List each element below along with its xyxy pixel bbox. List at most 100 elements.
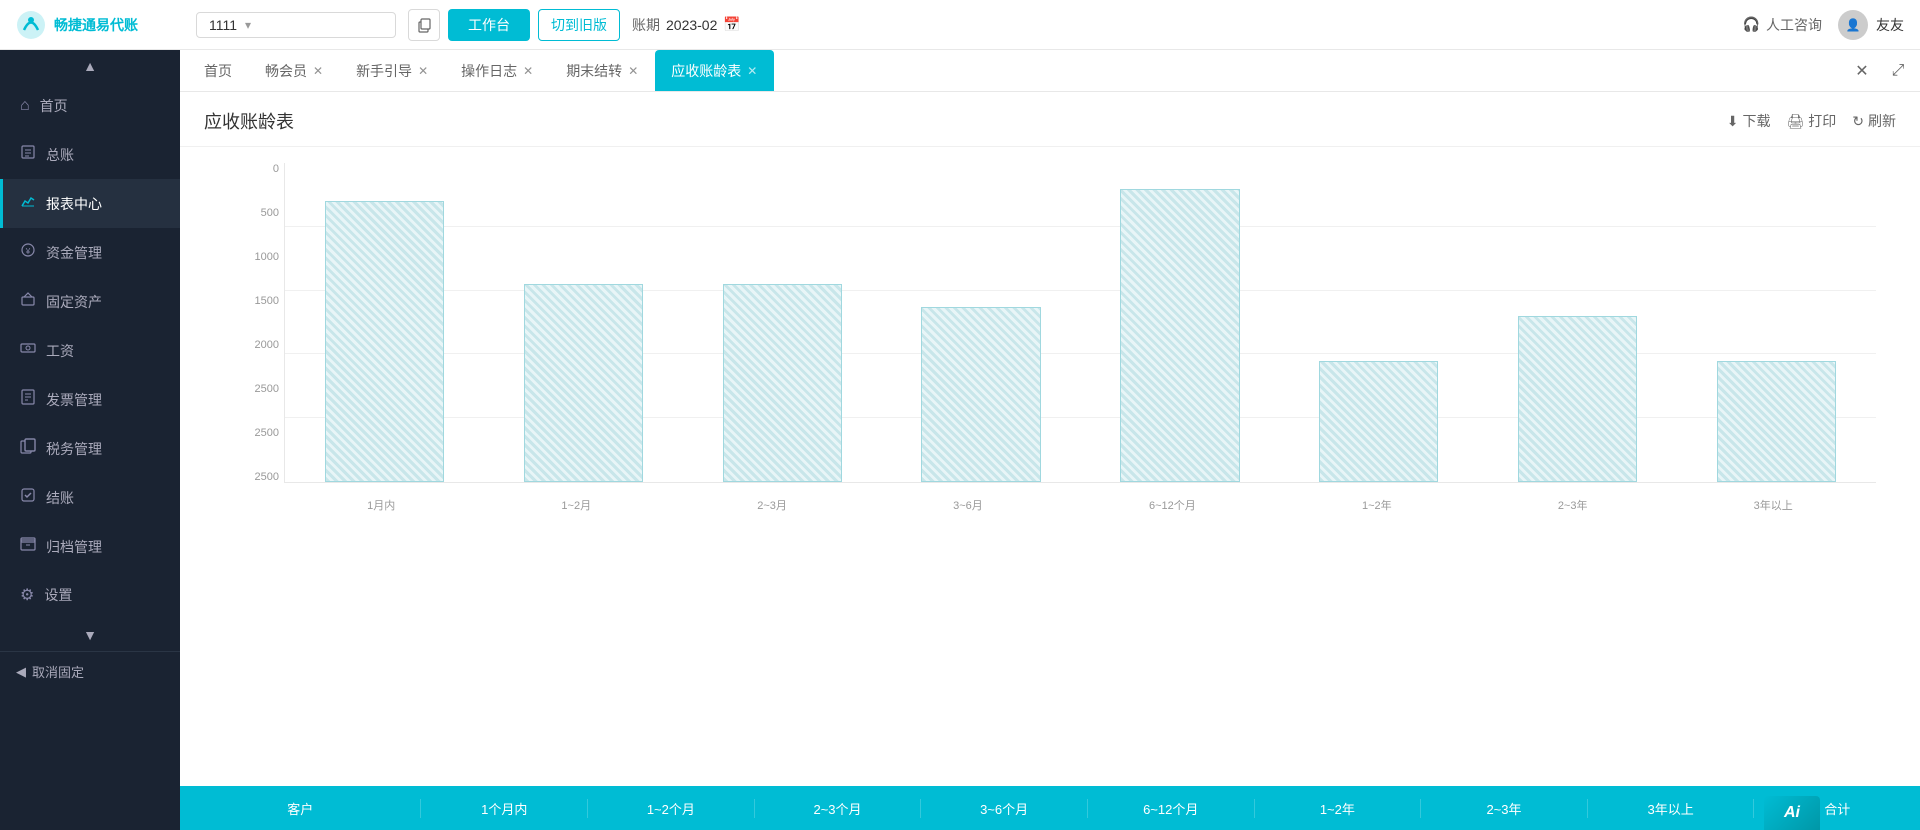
sidebar-item-label: 报表中心	[46, 194, 102, 214]
archive-icon	[20, 536, 36, 557]
tab-label: 新手引导	[356, 61, 412, 81]
assets-icon	[20, 291, 36, 312]
download-button[interactable]: ⬇ 下载	[1727, 111, 1771, 131]
home-icon: ⌂	[20, 97, 30, 115]
x-label: 1~2月	[561, 497, 591, 513]
sidebar-item-assets[interactable]: 固定资产	[0, 277, 180, 326]
workbench-button[interactable]: 工作台	[448, 9, 530, 41]
tab-label: 期末结转	[566, 61, 622, 81]
sidebar-item-label: 税务管理	[46, 439, 102, 459]
headset-icon: 🎧	[1743, 16, 1760, 33]
bar-2~3年	[1518, 316, 1637, 482]
header-icons	[408, 9, 440, 41]
sidebar-item-reports[interactable]: 报表中心	[0, 179, 180, 228]
expand-tabs-button[interactable]: ⤢	[1884, 57, 1912, 85]
sidebar-item-label: 工资	[46, 341, 74, 361]
sidebar-scroll-down[interactable]: ▼	[0, 619, 180, 651]
bar-3年以上	[1717, 361, 1836, 482]
sidebar-item-label: 归档管理	[46, 537, 102, 557]
copy-icon-btn[interactable]	[408, 9, 440, 41]
x-label: 1~2年	[1362, 497, 1392, 513]
chart-y-axis: 2500250025002000150010005000	[244, 163, 279, 483]
table-header-cell: 2~3个月	[755, 799, 922, 818]
sidebar-item-invoice[interactable]: 发票管理	[0, 375, 180, 424]
x-label: 3~6月	[953, 497, 983, 513]
app-header: 畅捷通易代账 1111 ▾ 工作台 切到旧版 账期 2023-02 📅 🎧 人工…	[0, 0, 1920, 50]
tab-period-close[interactable]: 期末结转 ✕	[550, 50, 655, 91]
sidebar-item-settle[interactable]: 结账	[0, 473, 180, 522]
cancel-fixed-button[interactable]: ◀ 取消固定	[0, 651, 180, 691]
switch-version-button[interactable]: 切到旧版	[538, 9, 620, 41]
calendar-icon[interactable]: 📅	[723, 16, 740, 33]
tab-home[interactable]: 首页	[188, 50, 249, 91]
table-header-cell: 客户	[180, 799, 421, 818]
x-label: 3年以上	[1754, 497, 1793, 513]
sidebar-item-label: 总账	[46, 145, 74, 165]
tab-label: 操作日志	[461, 61, 517, 81]
x-labels: 1月内1~2月2~3月3~6月6~12个月1~2年2~3年3年以上	[284, 497, 1876, 513]
sidebar-item-salary[interactable]: 工资	[0, 326, 180, 375]
tabs-actions: ✕ ⤢	[1848, 57, 1912, 85]
tab-close-icon[interactable]: ✕	[628, 64, 638, 78]
sidebar-scroll-up[interactable]: ▲	[0, 50, 180, 82]
x-label: 1月内	[367, 497, 395, 513]
svg-text:¥: ¥	[25, 247, 31, 256]
sidebar-item-settings[interactable]: ⚙ 设置	[0, 571, 180, 619]
tabs-bar: 首页 畅会员 ✕ 新手引导 ✕ 操作日志 ✕ 期末结转 ✕ 应收账龄表 ✕	[180, 50, 1920, 92]
sidebar-item-archive[interactable]: 归档管理	[0, 522, 180, 571]
tab-label: 应收账龄表	[671, 61, 741, 81]
sidebar-item-ledger[interactable]: 总账	[0, 130, 180, 179]
bar-1月内	[325, 201, 444, 482]
logo-icon	[16, 10, 46, 40]
table-header-cell: 1个月内	[421, 799, 588, 818]
period-value: 2023-02	[666, 17, 717, 33]
table-header-cell: 1~2个月	[588, 799, 755, 818]
tab-guide[interactable]: 新手引导 ✕	[340, 50, 445, 91]
sidebar-item-home[interactable]: ⌂ 首页	[0, 82, 180, 130]
tab-oplog[interactable]: 操作日志 ✕	[445, 50, 550, 91]
x-label: 6~12个月	[1149, 497, 1196, 513]
refresh-button[interactable]: ↻ 刷新	[1852, 111, 1896, 131]
chevron-down-icon: ▾	[245, 18, 251, 32]
page-actions: ⬇ 下载 🖨 打印 ↻ 刷新	[1727, 111, 1896, 131]
chart-plot-area	[284, 163, 1876, 483]
sidebar-item-funds[interactable]: ¥ 资金管理	[0, 228, 180, 277]
refresh-icon: ↻	[1852, 113, 1864, 130]
user-area[interactable]: 👤 友友	[1838, 10, 1904, 40]
table-header-cell: 1~2年	[1255, 799, 1422, 818]
ai-badge[interactable]: Ai	[1764, 796, 1820, 830]
tab-close-icon[interactable]: ✕	[418, 64, 428, 78]
company-selector[interactable]: 1111 ▾	[196, 12, 396, 38]
avatar: 👤	[1838, 10, 1868, 40]
tab-close-icon[interactable]: ✕	[313, 64, 323, 78]
period-label: 账期	[632, 15, 660, 35]
table-header-cell: 2~3年	[1421, 799, 1588, 818]
user-name: 友友	[1876, 15, 1904, 35]
logo-area: 畅捷通易代账	[16, 10, 196, 40]
sidebar-item-tax[interactable]: 税务管理	[0, 424, 180, 473]
bar-2~3月	[723, 284, 842, 482]
close-all-tabs-button[interactable]: ✕	[1848, 57, 1876, 85]
settle-icon	[20, 487, 36, 508]
consult-label: 人工咨询	[1766, 15, 1822, 35]
table-header-cell: 6~12个月	[1088, 799, 1255, 818]
tab-member[interactable]: 畅会员 ✕	[249, 50, 340, 91]
tab-close-icon[interactable]: ✕	[523, 64, 533, 78]
download-icon: ⬇	[1727, 113, 1739, 130]
bar-1~2年	[1319, 361, 1438, 482]
page-header: 应收账龄表 ⬇ 下载 🖨 打印 ↻ 刷新	[180, 92, 1920, 147]
consult-button[interactable]: 🎧 人工咨询	[1743, 15, 1822, 35]
tab-ar-aging[interactable]: 应收账龄表 ✕	[655, 50, 774, 91]
tab-close-icon[interactable]: ✕	[747, 64, 757, 78]
ledger-icon	[20, 144, 36, 165]
refresh-label: 刷新	[1868, 111, 1896, 131]
logo-text: 畅捷通易代账	[54, 15, 138, 35]
sidebar: ▲ ⌂ 首页 总账 报表中心	[0, 50, 180, 830]
content-area: 首页 畅会员 ✕ 新手引导 ✕ 操作日志 ✕ 期末结转 ✕ 应收账龄表 ✕	[180, 50, 1920, 830]
download-label: 下载	[1742, 111, 1770, 131]
print-button[interactable]: 🖨 打印	[1786, 111, 1836, 131]
invoice-icon	[20, 389, 36, 410]
x-label: 2~3月	[757, 497, 787, 513]
chart-wrapper: 2500250025002000150010005000 1月内 1~2月 2~3月…	[204, 163, 1896, 523]
bar-3~6月	[921, 307, 1040, 482]
